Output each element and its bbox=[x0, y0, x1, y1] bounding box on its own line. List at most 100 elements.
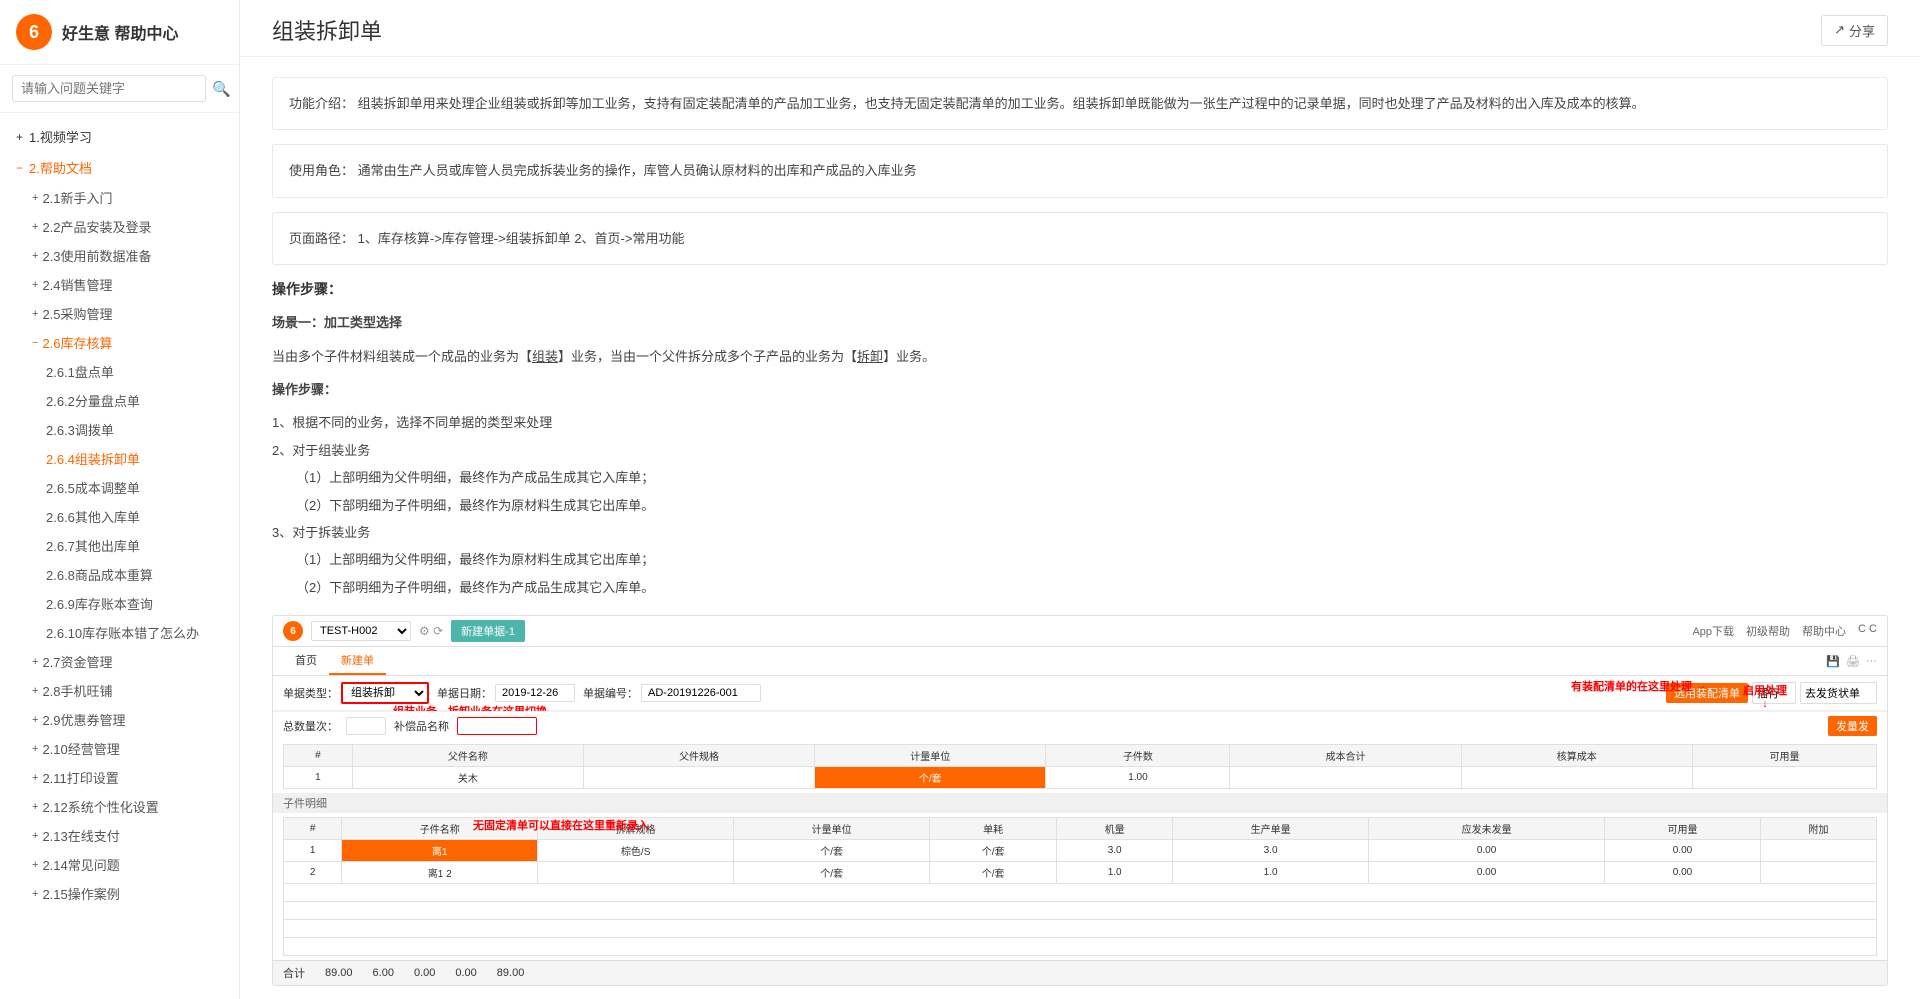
share-label: 分享 bbox=[1849, 21, 1875, 40]
cell-b-avail2: 0.00 bbox=[1605, 862, 1761, 884]
path-box: 页面路径： 1、库存核算->库存管理->组装拆卸单 2、首页->常用功能 bbox=[272, 212, 1888, 265]
footer-total2: 6.00 bbox=[373, 967, 394, 979]
sidebar-item-2-6-2[interactable]: 2.6.2分量盘点单 bbox=[0, 386, 239, 415]
mini-company-select[interactable]: TEST-H002 bbox=[311, 621, 411, 641]
sidebar-item-coupon[interactable]: + 2.9优惠券管理 bbox=[0, 705, 239, 734]
mini-number-input[interactable] bbox=[641, 684, 761, 702]
sidebar-item-cases[interactable]: + 2.15操作案例 bbox=[0, 879, 239, 908]
step2-2: （2）下部明细为子件明细，最终作为原材料生成其它出库单。 bbox=[272, 494, 1888, 517]
sidebar-item-print[interactable]: + 2.11打印设置 bbox=[0, 763, 239, 792]
annotation-enable-text: 启用处理 bbox=[1743, 682, 1787, 698]
sidebar-payment-label: 2.13在线支付 bbox=[42, 826, 119, 845]
cell-b-spec2 bbox=[538, 862, 734, 884]
mini-date-field: 单据日期： bbox=[437, 684, 575, 702]
mini-footer: 合计 89.00 6.00 0.00 0.00 89.00 bbox=[273, 960, 1887, 985]
sidebar-item-2-6-6[interactable]: 2.6.6其他入库单 bbox=[0, 502, 239, 531]
col-b-num: # bbox=[284, 818, 342, 840]
cell-b-num2: 2 bbox=[284, 862, 342, 884]
sidebar-item-sales[interactable]: + 2.4销售管理 bbox=[0, 270, 239, 299]
mini-tab-actions: 💾 🖨 ··· bbox=[1826, 655, 1877, 668]
mini-type-select[interactable]: 组装拆卸 bbox=[341, 682, 429, 704]
sidebar-item-2-6-10[interactable]: 2.6.10库存账本错了怎么办 bbox=[0, 618, 239, 647]
mini-new-order-btn[interactable]: 新建单据-1 bbox=[451, 620, 525, 642]
share-button[interactable]: ↗ 分享 bbox=[1821, 15, 1888, 46]
mini-top-table: # 父件名称 父件规格 计量单位 子件数 成本合计 核算成本 可用量 bbox=[283, 744, 1877, 789]
sidebar-coupon-label: 2.9优惠券管理 bbox=[42, 710, 125, 729]
sidebar-item-2-6-1[interactable]: 2.6.1盘点单 bbox=[0, 357, 239, 386]
mini-print-icon: 🖨 bbox=[1846, 655, 1860, 668]
cell-b-num: 1 bbox=[284, 840, 342, 862]
function-intro-label: 功能介绍： bbox=[289, 96, 354, 111]
col-b-prod-qty: 生产单量 bbox=[1173, 818, 1369, 840]
sidebar-item-payment[interactable]: + 2.13在线支付 bbox=[0, 821, 239, 850]
sidebar-item-finance[interactable]: + 2.7资金管理 bbox=[0, 647, 239, 676]
minus-icon: − bbox=[32, 337, 38, 349]
mini-type-field: 单据类型： 组装拆卸 bbox=[283, 682, 429, 704]
search-input[interactable] bbox=[12, 75, 206, 102]
search-area: 🔍 bbox=[0, 65, 239, 113]
sidebar-item-2-6-7[interactable]: 2.6.7其他出库单 bbox=[0, 531, 239, 560]
function-intro-box: 功能介绍： 组装拆卸单用来处理企业组装或拆卸等加工业务，支持有固定装配清单的产品… bbox=[272, 77, 1888, 130]
col-b-consume: 单耗 bbox=[930, 818, 1057, 840]
sidebar-item-2-6-9[interactable]: 2.6.9库存账本查询 bbox=[0, 589, 239, 618]
mini-ship-btn[interactable]: 去发货状单 bbox=[1800, 682, 1877, 704]
sidebar-item-inventory[interactable]: − 2.6库存核算 bbox=[0, 328, 239, 357]
cell-b-avail: 0.00 bbox=[1605, 840, 1761, 862]
col-calc-cost: 核算成本 bbox=[1461, 745, 1692, 767]
divider-label: 子件明细 bbox=[283, 795, 327, 811]
sidebar-item-install[interactable]: + 2.2产品安装及登录 bbox=[0, 212, 239, 241]
sidebar-item-video[interactable]: + 1.视频学习 bbox=[0, 121, 239, 152]
plus-icon: + bbox=[32, 685, 38, 697]
path-label: 页面路径： bbox=[289, 231, 354, 246]
main-scrollable-content: 功能介绍： 组装拆卸单用来处理企业组装或拆卸等加工业务，支持有固定装配清单的产品… bbox=[240, 57, 1920, 999]
sidebar-item-purchase[interactable]: + 2.5采购管理 bbox=[0, 299, 239, 328]
cell-unit: 个/套 bbox=[815, 767, 1046, 789]
mini-more-icon: ··· bbox=[1866, 655, 1877, 667]
sidebar-item-biz[interactable]: + 2.10经营管理 bbox=[0, 734, 239, 763]
mini-date-input[interactable] bbox=[495, 684, 575, 702]
table-row: 2 离1 2 个/套 个/套 1.0 1.0 0.00 0.00 bbox=[284, 862, 1877, 884]
mini-field1-input[interactable] bbox=[457, 717, 537, 735]
sidebar-item-2-6-4[interactable]: 2.6.4组装拆卸单 bbox=[0, 444, 239, 473]
sidebar-item-2-6-8[interactable]: 2.6.8商品成本重算 bbox=[0, 560, 239, 589]
mini-sub-form: 总数量次： 补偿品名称 发量发 启用处理 ↓ bbox=[273, 711, 1887, 740]
mini-confirm-btn[interactable]: 发量发 bbox=[1828, 716, 1877, 736]
sidebar-item-mobile[interactable]: + 2.8手机旺铺 bbox=[0, 676, 239, 705]
sidebar-finance-label: 2.7资金管理 bbox=[42, 652, 112, 671]
col-available: 可用量 bbox=[1692, 745, 1876, 767]
mini-count-label: 总数量次： bbox=[283, 718, 338, 734]
function-intro-text: 组装拆卸单用来处理企业组装或拆卸等加工业务，支持有固定装配清单的产品加工业务，也… bbox=[358, 96, 1645, 111]
sidebar-item-data[interactable]: + 2.3使用前数据准备 bbox=[0, 241, 239, 270]
mini-tab-new[interactable]: 新建单 bbox=[329, 647, 386, 675]
cell-b-prodqty: 3.0 bbox=[1173, 840, 1369, 862]
plus-icon: + bbox=[32, 714, 38, 726]
mini-tabs: 首页 新建单 💾 🖨 ··· bbox=[273, 647, 1887, 676]
plus-icon: + bbox=[32, 859, 38, 871]
step3-2: （2）下部明细为子件明细，最终作为产成品生成其它入库单。 bbox=[272, 576, 1888, 599]
sidebar-item-faq[interactable]: + 2.14常见问题 bbox=[0, 850, 239, 879]
page-title: 组装拆卸单 bbox=[272, 14, 382, 46]
sidebar-item-2-6-5[interactable]: 2.6.5成本调整单 bbox=[0, 473, 239, 502]
plus-icon: + bbox=[32, 743, 38, 755]
mini-nav-items: App下载 初级帮助 帮助中心 C C bbox=[1692, 623, 1877, 639]
plus-icon: + bbox=[32, 250, 38, 262]
step3: 3、对于拆装业务 bbox=[272, 521, 1888, 544]
cell-available bbox=[1692, 767, 1876, 789]
sidebar-item-newbie[interactable]: + 2.1新手入门 bbox=[0, 183, 239, 212]
minus-icon: − bbox=[16, 161, 23, 175]
search-button[interactable]: 🔍 bbox=[212, 80, 231, 98]
sidebar-item-customize[interactable]: + 2.12系统个性化设置 bbox=[0, 792, 239, 821]
sidebar-item-2-6-3[interactable]: 2.6.3调拨单 bbox=[0, 415, 239, 444]
mini-tab-home[interactable]: 首页 bbox=[283, 647, 329, 675]
footer-total3: 0.00 bbox=[414, 967, 435, 979]
mini-bottom-table: # 子件名称 拆解规格 计量单位 单耗 机量 生产单量 应发未发量 可用量 附加 bbox=[283, 817, 1877, 956]
col-b-extra: 附加 bbox=[1761, 818, 1877, 840]
mini-count-input[interactable] bbox=[346, 717, 386, 735]
col-b-unfulfilled: 应发未发量 bbox=[1369, 818, 1605, 840]
footer-total-label: 合计 bbox=[283, 965, 305, 981]
sidebar-item-docs[interactable]: − 2.帮助文档 bbox=[0, 152, 239, 183]
table-row bbox=[284, 902, 1877, 920]
cell-b-name2: 离1 2 bbox=[342, 862, 538, 884]
main-content-area: 组装拆卸单 ↗ 分享 功能介绍： 组装拆卸单用来处理企业组装或拆卸等加工业务，支… bbox=[240, 0, 1920, 999]
share-icon: ↗ bbox=[1834, 22, 1845, 38]
